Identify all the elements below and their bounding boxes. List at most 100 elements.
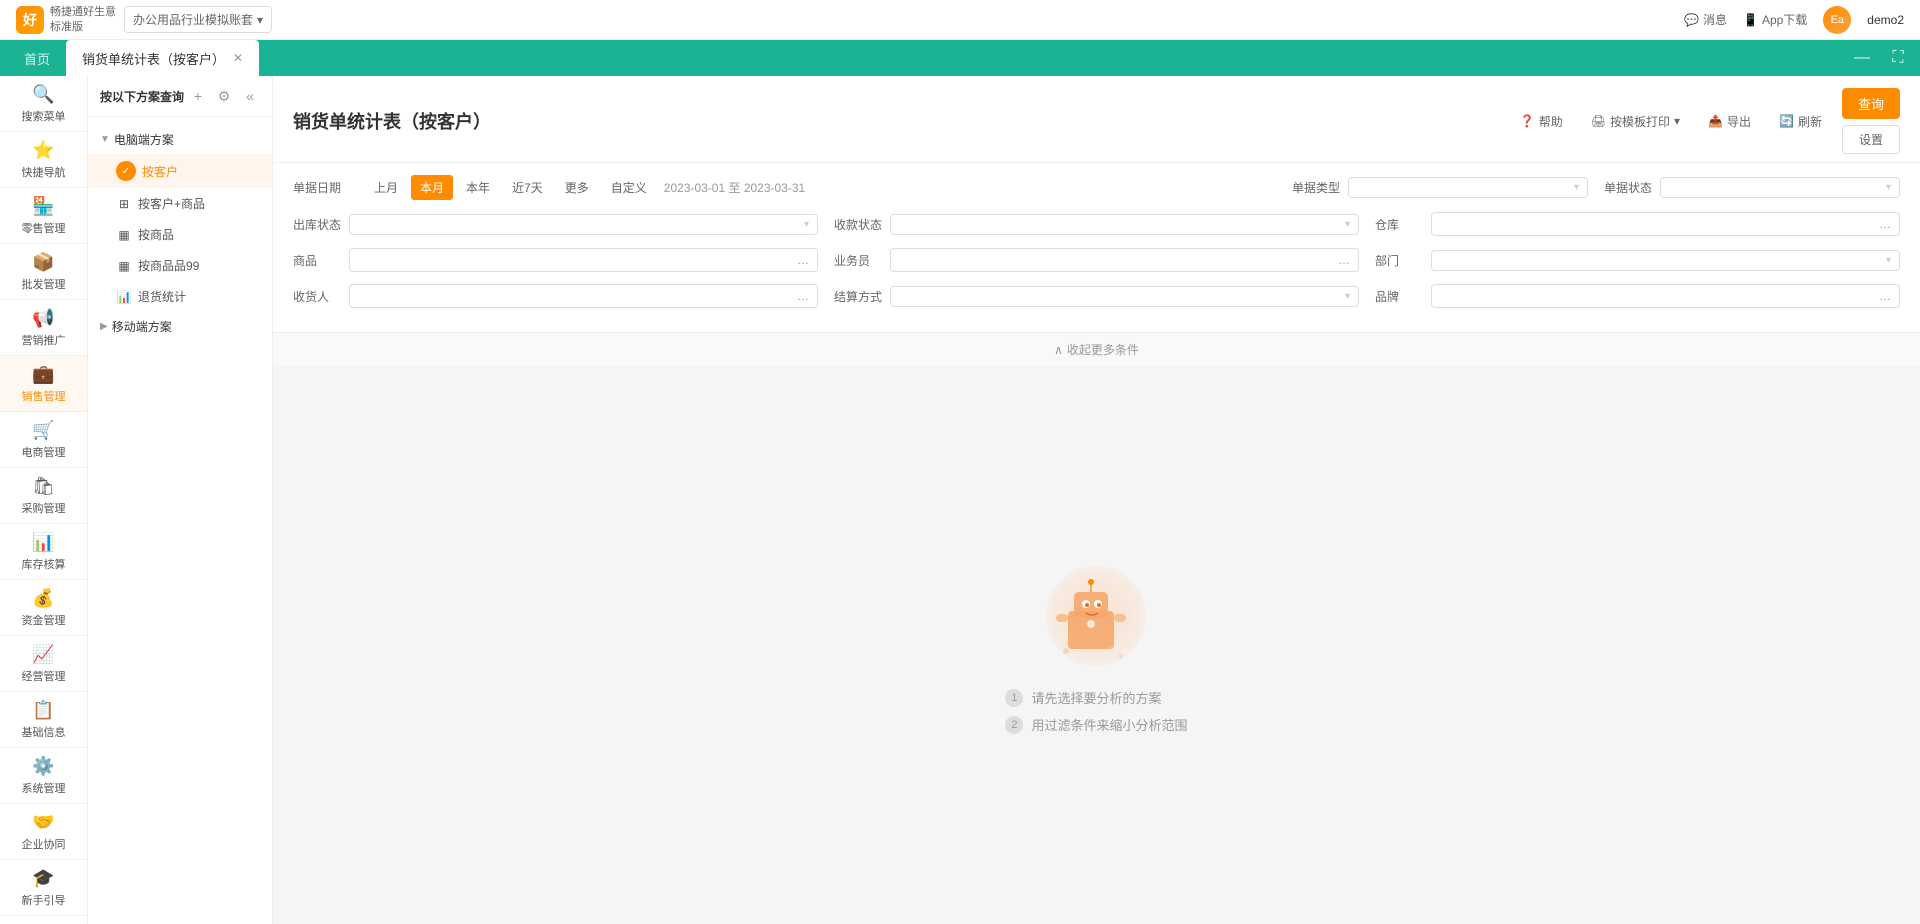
- export-btn[interactable]: 📤 导出: [1700, 109, 1759, 134]
- sidebar-item-new-guide[interactable]: 🎓 新手引导: [0, 860, 87, 916]
- filter-cell-salesperson: 业务员 …: [834, 248, 1359, 272]
- sidebar-item-operation[interactable]: 📈 经营管理: [0, 636, 87, 692]
- sidebar-item-search-menu[interactable]: 🔍 搜索菜单: [0, 76, 87, 132]
- mobile-group-header[interactable]: ▶ 移动端方案: [88, 312, 272, 341]
- date-btn-last-7-days[interactable]: 近7天: [503, 175, 552, 200]
- doc-type-select[interactable]: ▾: [1348, 177, 1588, 198]
- retail-icon: 🏪: [32, 196, 54, 217]
- sidebar-item-label: 基础信息: [22, 724, 66, 740]
- sidebar-item-app-center[interactable]: 📱 应用中心: [0, 916, 87, 924]
- date-btn-this-month[interactable]: 本月: [411, 175, 453, 200]
- message-action[interactable]: 💬 消息: [1684, 11, 1727, 28]
- username[interactable]: demo2: [1867, 13, 1904, 27]
- print-icon: 🖨: [1591, 114, 1606, 128]
- outbound-label: 出库状态: [293, 216, 341, 233]
- collapse-bar[interactable]: ∧ 收起更多条件: [273, 332, 1920, 366]
- tree-item-by-goods-99[interactable]: ▦ 按商品品99: [88, 250, 272, 281]
- doc-status-select[interactable]: ▾: [1660, 177, 1900, 198]
- sidebar-item-retail-mgmt[interactable]: 🏪 零售管理: [0, 188, 87, 244]
- settlement-select[interactable]: ▾: [890, 286, 1359, 307]
- sidebar-item-system[interactable]: ⚙️ 系统管理: [0, 748, 87, 804]
- date-btn-last-month[interactable]: 上月: [365, 175, 407, 200]
- payment-select[interactable]: ▾: [890, 214, 1359, 235]
- message-icon: 💬: [1684, 13, 1699, 27]
- date-btn-custom[interactable]: 自定义: [602, 175, 656, 200]
- tab-bar: 首页 销货单统计表（按客户） ✕ — ⛶: [0, 40, 1920, 76]
- filter-cell-settlement: 结算方式 ▾: [834, 284, 1359, 308]
- date-btn-this-year[interactable]: 本年: [457, 175, 499, 200]
- app-selector[interactable]: 办公用品行业模拟账套 ▾: [124, 6, 272, 33]
- filter-row-3: 商品 … 业务员 … 部门 ▾: [293, 248, 1900, 272]
- page-header: 销货单统计表（按客户） ❓ 帮助 🖨 按模板打印 ▾ 📤 导出 🔄 刷新: [273, 76, 1920, 163]
- filter-cell-payment: 收款状态 ▾: [834, 212, 1359, 236]
- basic-info-icon: 📋: [32, 700, 54, 721]
- tab-maximize-btn[interactable]: ⛶: [1884, 44, 1912, 72]
- sidebar-item-purchase[interactable]: 🛍 采购管理: [0, 468, 87, 524]
- desktop-group-header[interactable]: ▼ 电脑端方案: [88, 125, 272, 154]
- sidebar-item-label: 企业协同: [22, 836, 66, 852]
- department-select[interactable]: ▾: [1431, 250, 1900, 271]
- brand-select[interactable]: …: [1431, 284, 1900, 308]
- payment-label: 收款状态: [834, 216, 882, 233]
- sidebar-item-label: 资金管理: [22, 612, 66, 628]
- sidebar-item-inventory[interactable]: 📊 库存核算: [0, 524, 87, 580]
- help-btn[interactable]: ❓ 帮助: [1512, 109, 1571, 134]
- tree-item-label: 按客户: [142, 163, 178, 180]
- filter-cell-brand: 品牌 …: [1375, 284, 1900, 308]
- sidebar-item-finance[interactable]: 💰 资金管理: [0, 580, 87, 636]
- tree-item-label: 按客户+商品: [138, 195, 205, 212]
- left-panel-title: 按以下方案查询: [100, 88, 184, 105]
- settlement-label: 结算方式: [834, 288, 882, 305]
- settings-btn[interactable]: 设置: [1842, 125, 1900, 154]
- sidebar-item-sales-mgmt[interactable]: 💼 销售管理: [0, 356, 87, 412]
- tab-sales-stats[interactable]: 销货单统计表（按客户） ✕: [66, 40, 259, 76]
- chevron-down-icon: ▾: [1345, 291, 1350, 302]
- sidebar-item-marketing[interactable]: 📢 营销推广: [0, 300, 87, 356]
- tree-item-return-stats[interactable]: 📊 退货统计: [88, 281, 272, 312]
- receiver-select[interactable]: …: [349, 284, 818, 308]
- avatar[interactable]: Ea: [1823, 6, 1851, 34]
- template-print-btn[interactable]: 🖨 按模板打印 ▾: [1583, 109, 1688, 134]
- desktop-tree-items: ✓ 按客户 ⊞ 按客户+商品 ▦ 按商品 ▦ 按商品品99 📊 退货统计: [88, 154, 272, 312]
- query-btn[interactable]: 查询: [1842, 88, 1900, 119]
- main-layout: 🔍 搜索菜单 ⭐ 快捷导航 🏪 零售管理 📦 批发管理 📢 营销推广 💼 销售管…: [0, 76, 1920, 924]
- empty-state: 1 请先选择要分析的方案 2 用过滤条件来缩小分析范围: [273, 366, 1920, 924]
- scheme-settings-btn[interactable]: ⚙: [214, 86, 234, 106]
- tab-minimize-btn[interactable]: —: [1848, 44, 1876, 72]
- app-download-action[interactable]: 📱 App下载: [1743, 11, 1807, 28]
- receiver-label: 收货人: [293, 288, 341, 305]
- chart-icon: 📊: [116, 289, 132, 305]
- scheme-tree: ▼ 电脑端方案 ✓ 按客户 ⊞ 按客户+商品 ▦ 按商品 ▦ 按商品品: [88, 117, 272, 924]
- tab-close-icon[interactable]: ✕: [233, 51, 243, 65]
- goods-select[interactable]: …: [349, 248, 818, 272]
- tab-home[interactable]: 首页: [8, 40, 66, 76]
- download-icon: 📱: [1743, 13, 1758, 27]
- sidebar-item-label: 搜索菜单: [22, 108, 66, 124]
- mobile-group-label: 移动端方案: [112, 318, 172, 335]
- chevron-down-icon: ▾: [1574, 182, 1579, 193]
- sidebar-item-wholesale-mgmt[interactable]: 📦 批发管理: [0, 244, 87, 300]
- left-panel: 按以下方案查询 + ⚙ « ▼ 电脑端方案 ✓ 按客: [88, 76, 273, 924]
- sidebar-item-enterprise-collab[interactable]: 🤝 企业协同: [0, 804, 87, 860]
- date-btn-more[interactable]: 更多: [556, 175, 598, 200]
- header-right: 💬 消息 📱 App下载 Ea demo2: [1684, 6, 1904, 34]
- tree-item-by-customer-goods[interactable]: ⊞ 按客户+商品: [88, 188, 272, 219]
- empty-tip-2: 2 用过滤条件来缩小分析范围: [1005, 715, 1187, 734]
- refresh-btn[interactable]: 🔄 刷新: [1771, 109, 1830, 134]
- add-scheme-btn[interactable]: +: [188, 86, 208, 106]
- filter-cell-department: 部门 ▾: [1375, 248, 1900, 272]
- sidebar-item-quick-nav[interactable]: ⭐ 快捷导航: [0, 132, 87, 188]
- warehouse-select[interactable]: …: [1431, 212, 1900, 236]
- tip-num-2: 2: [1005, 716, 1023, 734]
- expand-arrow-icon: ▼: [100, 134, 110, 145]
- sidebar-item-ecommerce[interactable]: 🛒 电商管理: [0, 412, 87, 468]
- finance-icon: 💰: [32, 588, 54, 609]
- collapse-panel-btn[interactable]: «: [240, 86, 260, 106]
- sales-icon: 💼: [32, 364, 54, 385]
- sidebar-item-basic-info[interactable]: 📋 基础信息: [0, 692, 87, 748]
- tree-item-by-goods[interactable]: ▦ 按商品: [88, 219, 272, 250]
- salesperson-select[interactable]: …: [890, 248, 1359, 272]
- inventory-icon: 📊: [32, 532, 54, 553]
- outbound-select[interactable]: ▾: [349, 214, 818, 235]
- tree-item-by-customer[interactable]: ✓ 按客户: [88, 154, 272, 188]
